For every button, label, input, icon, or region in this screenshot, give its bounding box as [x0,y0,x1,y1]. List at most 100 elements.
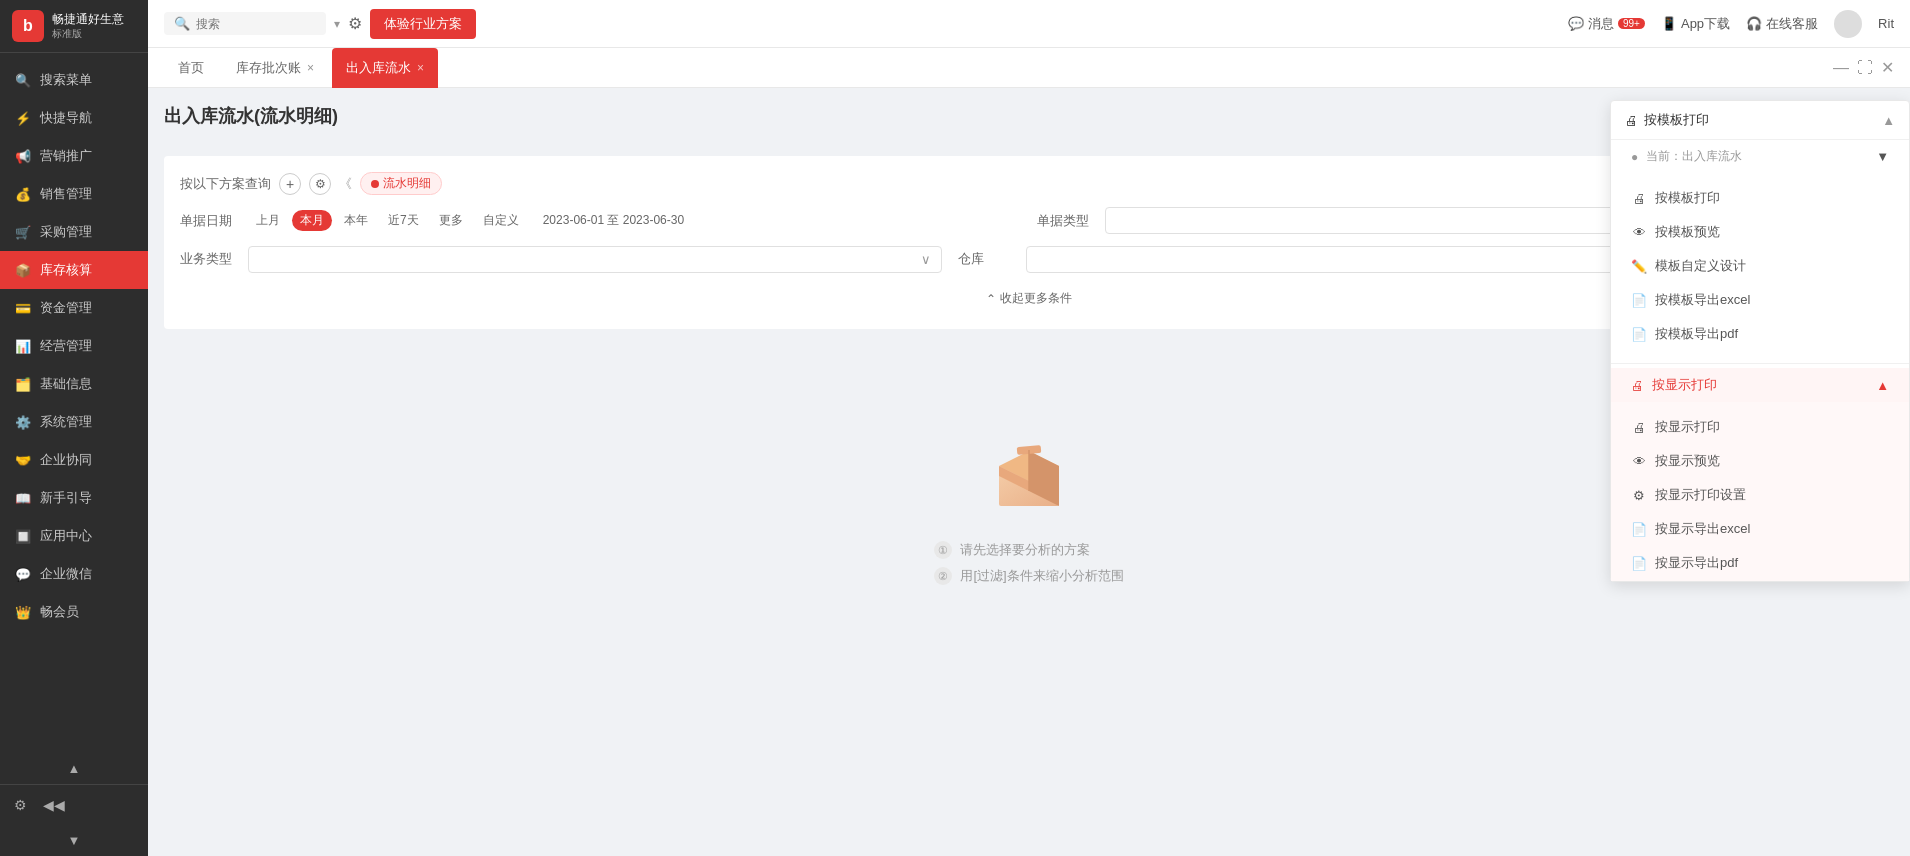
tab-maximize-icon[interactable]: ⛶ [1857,59,1873,77]
sidebar-bottom: ⚙ ◀◀ [0,784,148,825]
display-section-icon: 🖨 [1631,378,1644,393]
active-dot [371,180,379,188]
sidebar-item-system[interactable]: ⚙️系统管理 [0,403,148,441]
sidebar-item-app-center[interactable]: 🔲应用中心 [0,517,148,555]
collapse-icon[interactable]: ◀◀ [43,797,65,813]
date-tab-this-month[interactable]: 本月 [292,210,332,231]
topbar-search-box[interactable]: 🔍 [164,12,326,35]
biz-type-arrow: ∨ [921,252,931,267]
search-input[interactable] [196,17,316,31]
print-panel-title: 🖨 按模板打印 [1625,111,1709,129]
display-pdf-label: 按显示导出pdf [1655,554,1738,572]
sidebar-item-quick-nav[interactable]: ⚡快捷导航 [0,99,148,137]
step-2-num: ② [934,567,952,585]
topbar-gear-icon[interactable]: ⚙ [348,14,362,33]
display-preview-label: 按显示预览 [1655,452,1720,470]
tab-minimize-icon[interactable]: — [1833,59,1849,77]
display-print-icon: 🖨 [1631,419,1647,435]
app-download-label: App下载 [1681,15,1730,33]
display-print-label: 按显示打印 [1655,418,1720,436]
tabs-bar: 首页 库存批次账 × 出入库流水 × — ⛶ ✕ [148,48,1910,88]
sidebar-item-sales[interactable]: 💰销售管理 [0,175,148,213]
date-tab-last-month[interactable]: 上月 [248,210,288,231]
template-print-item[interactable]: 🖨 按模板打印 [1611,181,1909,215]
sidebar-scroll-up[interactable]: ▲ [64,757,85,780]
messages-label: 消息 [1588,15,1614,33]
app-download-btn[interactable]: 📱 App下载 [1661,15,1730,33]
nav-icon-marketing: 📢 [14,147,32,165]
date-tab-last7[interactable]: 近7天 [380,210,427,231]
display-preview-item[interactable]: 👁 按显示预览 [1611,444,1909,478]
print-panel-current-arrow[interactable]: ▼ [1876,149,1889,164]
tab-batch-close[interactable]: × [307,61,314,75]
date-tab-more[interactable]: 更多 [431,210,471,231]
topbar: 🔍 ▾ ⚙ 体验行业方案 💬 消息 99+ 📱 App下载 🎧 在线客服 Rit [148,0,1910,48]
sidebar-item-base[interactable]: 🗂️基础信息 [0,365,148,403]
template-print-icon: 🖨 [1631,190,1647,206]
trial-btn[interactable]: 体验行业方案 [370,9,476,39]
messages-icon: 💬 [1568,16,1584,31]
sidebar-scroll-down[interactable]: ▼ [64,829,85,852]
template-pdf-item[interactable]: 📄 按模板导出pdf [1611,317,1909,351]
display-excel-item[interactable]: 📄 按显示导出excel [1611,512,1909,546]
template-excel-item[interactable]: 📄 按模板导出excel [1611,283,1909,317]
search-icon: 🔍 [174,16,190,31]
sidebar-item-operations[interactable]: 📊经营管理 [0,327,148,365]
sidebar-item-enterprise[interactable]: 🤝企业协同 [0,441,148,479]
display-settings-label: 按显示打印设置 [1655,486,1746,504]
search-label: 按以下方案查询 [180,175,271,193]
nav-icon-operations: 📊 [14,337,32,355]
display-section-arrow: ▲ [1876,378,1889,393]
print-panel-display-section: 🖨 按显示打印 👁 按显示预览 ⚙ 按显示打印设置 📄 按显示导出excel 📄… [1611,402,1909,581]
nav-label-inventory: 库存核算 [40,261,92,279]
print-panel-collapse-arrow[interactable]: ▲ [1882,113,1895,128]
search-active-tag[interactable]: 流水明细 [360,172,442,195]
date-range: 2023-06-01 至 2023-06-30 [543,212,684,229]
sidebar-logo-text: 畅捷通好生意 标准版 [52,11,124,42]
messages-btn[interactable]: 💬 消息 99+ [1568,15,1645,33]
sidebar-item-finance[interactable]: 💳资金管理 [0,289,148,327]
biz-type-select[interactable]: ∨ [248,246,942,273]
tab-flow-close[interactable]: × [417,61,424,75]
topbar-dropdown-arrow[interactable]: ▾ [334,17,340,31]
display-excel-label: 按显示导出excel [1655,520,1750,538]
display-settings-item[interactable]: ⚙ 按显示打印设置 [1611,478,1909,512]
date-tabs: 上月 本月 本年 近7天 更多 自定义 [248,210,527,231]
sidebar-item-search[interactable]: 🔍搜索菜单 [0,61,148,99]
tab-batch[interactable]: 库存批次账 × [222,48,328,88]
search-collapse-btn[interactable]: 《 [339,175,352,193]
display-section-header[interactable]: 🖨 按显示打印 ▲ [1611,368,1909,402]
empty-illustration [979,421,1079,521]
sidebar-item-guide[interactable]: 📖新手引导 [0,479,148,517]
warehouse-field: 仓库 ··· [958,246,1720,273]
topbar-right: 💬 消息 99+ 📱 App下载 🎧 在线客服 Rit [1568,10,1894,38]
date-tab-this-year[interactable]: 本年 [336,210,376,231]
search-tag-label: 流水明细 [383,175,431,192]
online-service-btn[interactable]: 🎧 在线客服 [1746,15,1818,33]
print-panel-printer-icon: 🖨 [1625,113,1638,128]
search-add-btn[interactable]: + [279,173,301,195]
date-tab-custom[interactable]: 自定义 [475,210,527,231]
display-excel-icon: 📄 [1631,521,1647,537]
tab-home-label: 首页 [178,59,204,77]
tab-close-all-icon[interactable]: ✕ [1881,58,1894,77]
tab-flow[interactable]: 出入库流水 × [332,48,438,88]
sidebar-item-inventory[interactable]: 📦库存核算 [0,251,148,289]
topbar-left: 🔍 ▾ ⚙ 体验行业方案 [164,9,1556,39]
display-pdf-item[interactable]: 📄 按显示导出pdf [1611,546,1909,580]
sidebar-item-member[interactable]: 👑畅会员 [0,593,148,631]
messages-badge: 99+ [1618,18,1645,29]
display-print-item[interactable]: 🖨 按显示打印 [1611,410,1909,444]
template-preview-item[interactable]: 👁 按模板预览 [1611,215,1909,249]
nav-icon-sales: 💰 [14,185,32,203]
settings-icon[interactable]: ⚙ [14,797,27,813]
template-custom-item[interactable]: ✏️ 模板自定义设计 [1611,249,1909,283]
tabs-right: — ⛶ ✕ [1833,58,1894,77]
tab-home[interactable]: 首页 [164,48,218,88]
nav-label-quick-nav: 快捷导航 [40,109,92,127]
sidebar-item-purchase[interactable]: 🛒采购管理 [0,213,148,251]
template-print-label: 按模板打印 [1655,189,1720,207]
sidebar-item-wechat[interactable]: 💬企业微信 [0,555,148,593]
search-setting-btn[interactable]: ⚙ [309,173,331,195]
sidebar-item-marketing[interactable]: 📢营销推广 [0,137,148,175]
